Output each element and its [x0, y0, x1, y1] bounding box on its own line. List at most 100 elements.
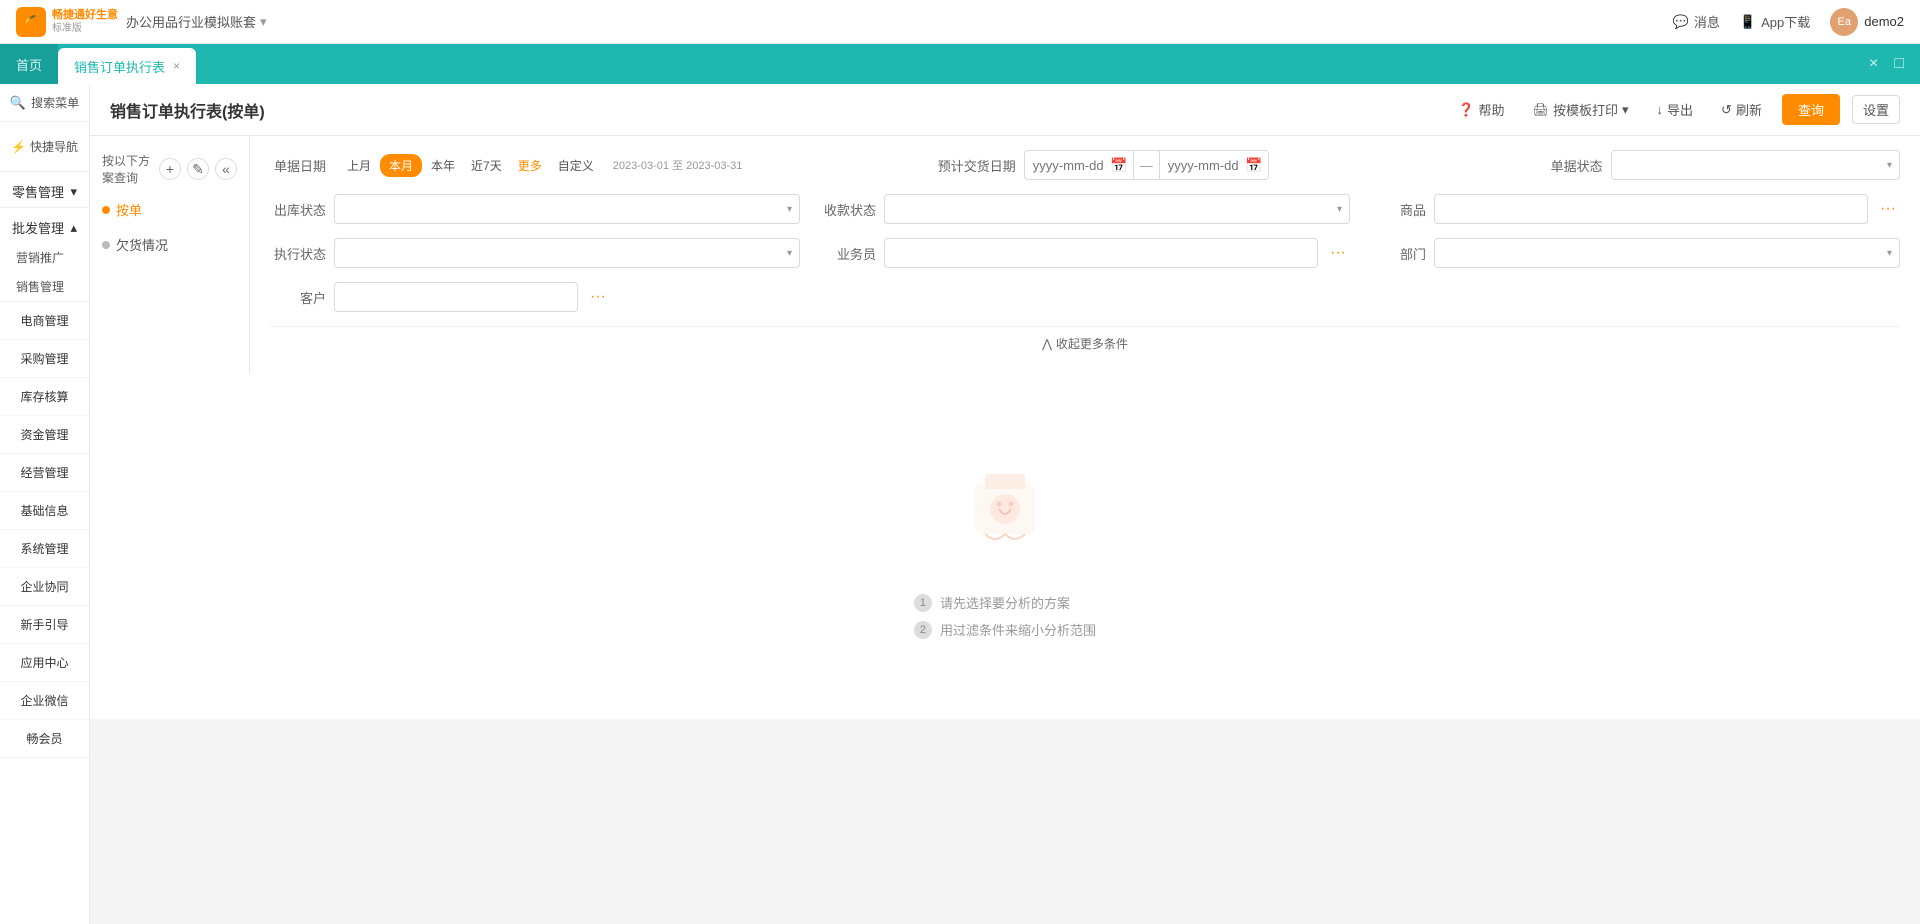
filter-group-predicted-date: 预计交货日期 📅 — 📅	[938, 150, 1527, 180]
calendar-end-icon[interactable]: 📅	[1245, 157, 1262, 174]
add-scheme-button[interactable]: +	[159, 158, 181, 180]
out-status-select-wrapper: ▾	[334, 194, 800, 224]
help-icon: ❓	[1458, 102, 1474, 118]
app-download-button[interactable]: 📱 App下载	[1740, 12, 1810, 31]
window-close-icon[interactable]: ×	[1865, 53, 1882, 75]
search-button[interactable]: 查询	[1782, 94, 1840, 125]
custom-btn[interactable]: 自定义	[551, 154, 601, 177]
filter-left-actions: + ✎ «	[159, 158, 237, 180]
sidebar-search[interactable]: 🔍 搜索菜单	[0, 84, 89, 122]
refresh-icon: ↺	[1721, 102, 1732, 118]
filter-panel: 按以下方案查询 + ✎ « 按单	[90, 136, 1920, 374]
tab-bar: 首页 销售订单执行表 × × □	[0, 44, 1920, 84]
receive-status-label: 收款状态	[820, 200, 876, 219]
sidebar-section-retail: 零售管理 ▾	[0, 172, 89, 208]
tip-num-2: 2	[914, 621, 932, 639]
filter-group-dept: 部门 ▾	[1370, 238, 1900, 268]
page-header: 销售订单执行表(按单) ❓ 帮助 🖨 按模板打印 ▾ ↓ 导出 ↺ 刷新	[90, 84, 1920, 136]
sidebar-item-sales[interactable]: 销售管理	[0, 272, 89, 301]
filter-row-2: 出库状态 ▾ 收款状态	[270, 194, 1900, 224]
calendar-start-icon[interactable]: 📅	[1110, 157, 1127, 174]
filter-scheme-panel: 按以下方案查询 + ✎ « 按单	[90, 136, 250, 374]
salesperson-input[interactable]	[884, 238, 1318, 268]
empty-state-icon	[955, 454, 1055, 573]
sidebar-item-finance[interactable]: 资金管理	[0, 416, 89, 454]
filter-row-4: 客户 ···	[270, 282, 1900, 312]
tab-sales-order[interactable]: 销售订单执行表 ×	[58, 48, 196, 84]
goods-input[interactable]	[1434, 194, 1868, 224]
sidebar-item-purchase[interactable]: 采购管理	[0, 340, 89, 378]
dept-select[interactable]	[1434, 238, 1900, 268]
customer-more-icon[interactable]: ···	[586, 288, 610, 306]
sidebar-item-wholesale[interactable]: 批发管理 ▴	[0, 208, 89, 243]
exec-status-select-wrapper: ▾	[334, 238, 800, 268]
sidebar-item-ecommerce[interactable]: 电商管理	[0, 302, 89, 340]
sidebar-item-wechat[interactable]: 企业微信	[0, 682, 89, 720]
filter-group-customer: 客户 ···	[270, 282, 610, 312]
sidebar-item-operation[interactable]: 经营管理	[0, 454, 89, 492]
tab-close-icon[interactable]: ×	[173, 59, 180, 73]
predicted-date-label: 预计交货日期	[938, 156, 1016, 175]
print-button[interactable]: 🖨 按模板打印 ▾	[1524, 96, 1636, 123]
filter-group-receive-status: 收款状态 ▾	[820, 194, 1350, 224]
sidebar-item-guide[interactable]: 新手引导	[0, 606, 89, 644]
top-header: 🍊 畅捷通好生意 标准版 办公用品行业模拟账套 ▾ 💬 消息 📱 App下载 E…	[0, 0, 1920, 44]
filter-group-out-status: 出库状态 ▾	[270, 194, 800, 224]
sidebar-item-quick-nav[interactable]: ⚡ 快捷导航	[0, 130, 89, 163]
export-button[interactable]: ↓ 导出	[1649, 96, 1702, 123]
logo-icon: 🍊	[16, 7, 46, 37]
search-icon: 🔍	[10, 95, 26, 111]
sidebar-item-retail[interactable]: 零售管理 ▾	[0, 172, 89, 207]
tab-bar-actions: × □	[1865, 53, 1920, 75]
empty-state: 1 请先选择要分析的方案 2 用过滤条件来缩小分析范围	[90, 374, 1920, 719]
sidebar-item-apps[interactable]: 应用中心	[0, 644, 89, 682]
sidebar-quick-nav: ⚡ 快捷导航	[0, 122, 89, 172]
help-button[interactable]: ❓ 帮助	[1450, 96, 1512, 123]
this-month-btn[interactable]: 本月	[380, 154, 422, 177]
sidebar-item-enterprise[interactable]: 企业协同	[0, 568, 89, 606]
exec-status-select[interactable]	[334, 238, 800, 268]
main-layout: 🔍 搜索菜单 ⚡ 快捷导航 零售管理 ▾ 批发管理 ▴ 营销推广 销售管理 电商…	[0, 84, 1920, 924]
tab-home[interactable]: 首页	[0, 44, 58, 84]
status-label: 单据状态	[1547, 156, 1603, 175]
out-status-label: 出库状态	[270, 200, 326, 219]
last-month-btn[interactable]: 上月	[340, 154, 378, 177]
last-7-btn[interactable]: 近7天	[464, 154, 509, 177]
collapse-scheme-button[interactable]: «	[215, 158, 237, 180]
exec-status-label: 执行状态	[270, 244, 326, 263]
receive-status-select[interactable]	[884, 194, 1350, 224]
scheme-item-by-order[interactable]: 按单	[90, 192, 249, 227]
print-icon: 🖨	[1532, 102, 1549, 118]
refresh-button[interactable]: ↺ 刷新	[1713, 96, 1770, 123]
customer-label: 客户	[270, 288, 326, 307]
sidebar-item-marketing[interactable]: 营销推广	[0, 243, 89, 272]
customer-input[interactable]	[334, 282, 578, 312]
page-actions: ❓ 帮助 🖨 按模板打印 ▾ ↓ 导出 ↺ 刷新 查询	[1450, 94, 1900, 125]
user-name: demo2	[1864, 14, 1904, 29]
filter-row-1: 单据日期 上月 本月 本年 近7天 更多 自定义 2023-03-01 至 20…	[270, 150, 1900, 180]
collapse-filter-button[interactable]: ⋀ 收起更多条件	[270, 326, 1900, 360]
sidebar-item-basic-info[interactable]: 基础信息	[0, 492, 89, 530]
goods-more-icon[interactable]: ···	[1876, 200, 1900, 218]
edit-scheme-button[interactable]: ✎	[187, 158, 209, 180]
salesperson-more-icon[interactable]: ···	[1326, 244, 1350, 262]
more-btn[interactable]: 更多	[511, 154, 549, 177]
sidebar-item-member[interactable]: 畅会员	[0, 720, 89, 758]
settings-button[interactable]: 设置	[1852, 95, 1900, 124]
filter-conditions: 单据日期 上月 本月 本年 近7天 更多 自定义 2023-03-01 至 20…	[250, 136, 1920, 374]
scheme-inactive-dot	[102, 241, 110, 249]
sidebar-item-inventory[interactable]: 库存核算	[0, 378, 89, 416]
phone-icon: 📱	[1740, 14, 1756, 30]
this-year-btn[interactable]: 本年	[424, 154, 462, 177]
user-area[interactable]: Ea demo2	[1830, 8, 1904, 36]
page-title: 销售订单执行表(按单)	[110, 98, 265, 122]
tip-num-1: 1	[914, 594, 932, 612]
app-title[interactable]: 办公用品行业模拟账套 ▾	[126, 12, 267, 31]
date-range-text: 2023-03-01 至 2023-03-31	[613, 157, 743, 173]
status-select[interactable]	[1611, 150, 1900, 180]
window-expand-icon[interactable]: □	[1890, 53, 1908, 75]
out-status-select[interactable]	[334, 194, 800, 224]
sidebar-item-system[interactable]: 系统管理	[0, 530, 89, 568]
message-button[interactable]: 💬 消息	[1673, 12, 1720, 31]
scheme-item-shortage[interactable]: 欠货情况	[90, 227, 249, 262]
